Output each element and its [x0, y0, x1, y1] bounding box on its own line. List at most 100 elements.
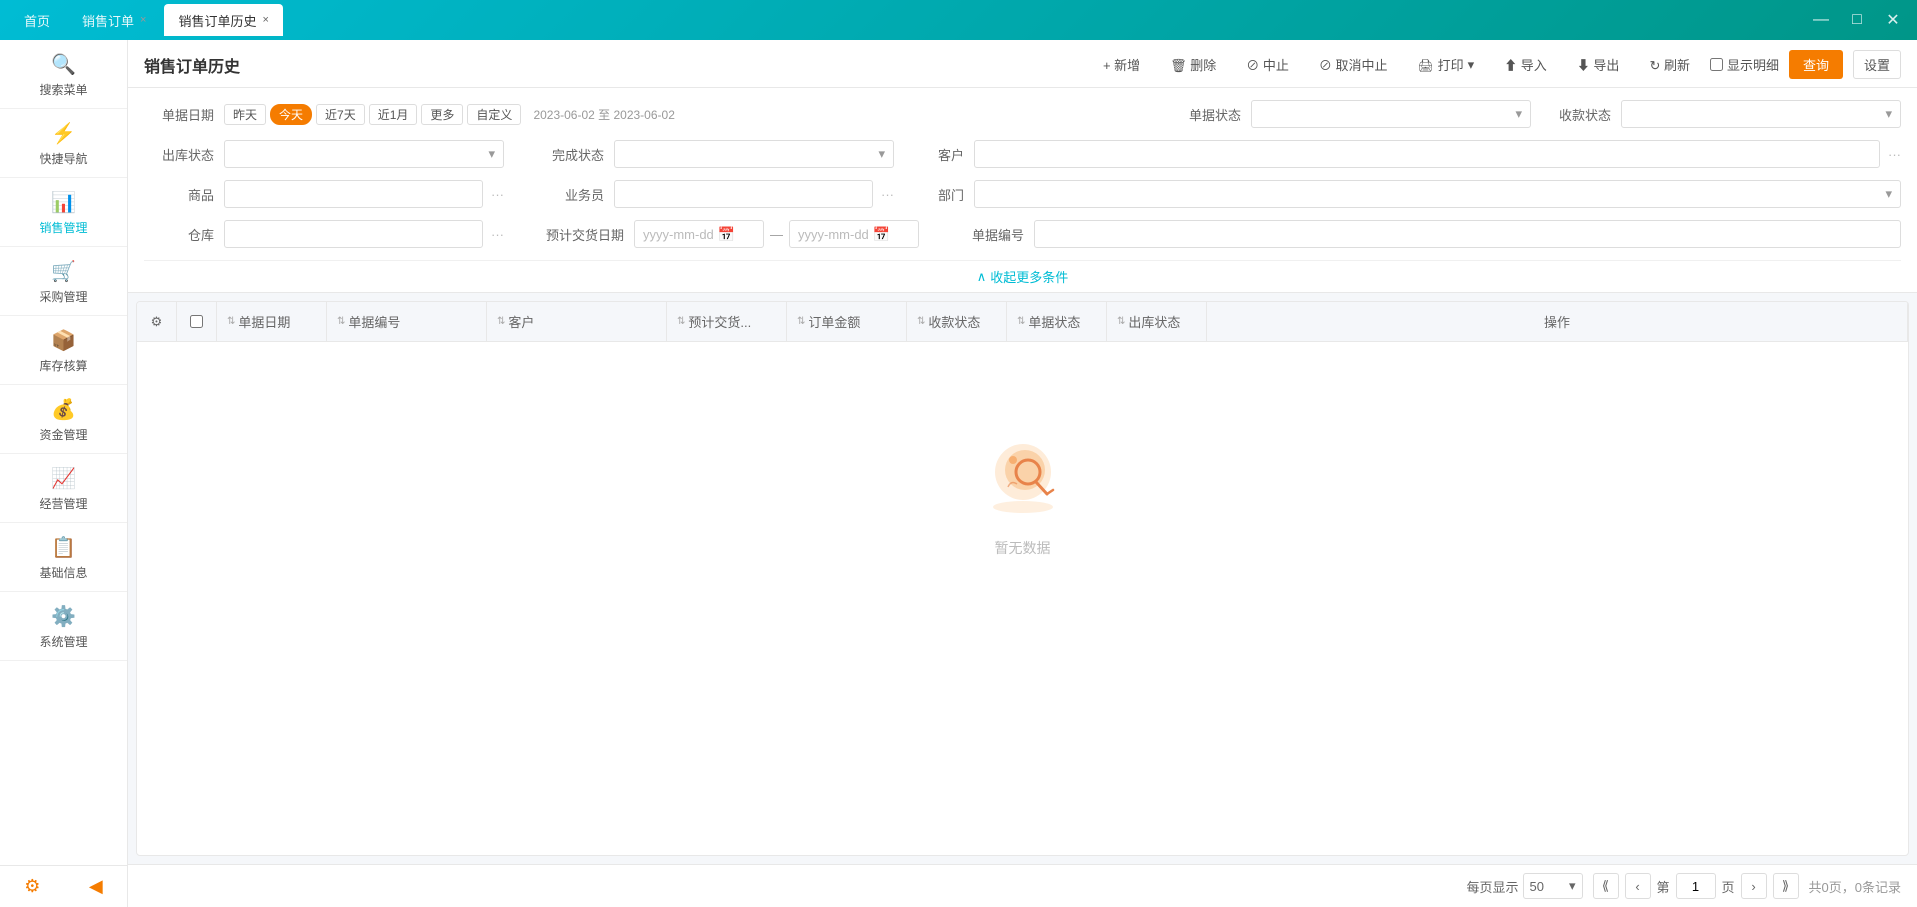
stop-button[interactable]: ⊘ 中止	[1236, 51, 1299, 78]
sidebar-item-quick-nav-label: 快捷导航	[39, 150, 87, 167]
page-size-value: 50	[1530, 879, 1544, 894]
complete-status-select[interactable]: ▾	[614, 140, 894, 168]
th-delivery[interactable]: ⇅ 预计交货...	[667, 302, 787, 341]
page-label: 第	[1657, 877, 1670, 896]
tab-sales-order[interactable]: 销售订单 ×	[68, 4, 160, 36]
calendar-end-icon: 📅	[873, 226, 890, 243]
th-pay-status[interactable]: ⇅ 收款状态	[907, 302, 1007, 341]
maximize-button[interactable]: □	[1843, 6, 1871, 34]
empty-state: 暂无数据	[137, 342, 1908, 638]
out-status-filter-label: 出库状态	[144, 145, 224, 164]
sidebar-item-purchase[interactable]: 🛒 采购管理	[0, 247, 127, 316]
sort-icon-pay: ⇅	[917, 316, 925, 327]
export-button[interactable]: ⬇ 导出	[1567, 51, 1630, 78]
prev-page-btn[interactable]: ‹	[1625, 873, 1651, 899]
sidebar-settings-icon[interactable]: ⚙	[24, 876, 40, 897]
doc-number-input[interactable]	[1034, 220, 1901, 248]
page-suffix: 页	[1722, 877, 1735, 896]
page-number-input[interactable]	[1676, 873, 1716, 899]
sidebar-item-sales[interactable]: 📊 销售管理	[0, 178, 127, 247]
th-doc-status[interactable]: ⇅ 单据状态	[1007, 302, 1107, 341]
last-page-btn[interactable]: ⟫	[1773, 873, 1799, 899]
th-amount[interactable]: ⇅ 订单金额	[787, 302, 907, 341]
sidebar-item-quick-nav[interactable]: ⚡ 快捷导航	[0, 109, 127, 178]
delivery-date-start-text: yyyy-mm-dd	[643, 227, 714, 242]
th-out-status[interactable]: ⇅ 出库状态	[1107, 302, 1207, 341]
cancel-stop-button[interactable]: ⊘ 取消中止	[1309, 51, 1398, 78]
tab-sales-order-history-close[interactable]: ×	[262, 14, 268, 26]
date-custom-btn[interactable]: 自定义	[467, 104, 521, 125]
query-button[interactable]: 查询	[1789, 50, 1843, 79]
th-action: 操作	[1207, 302, 1908, 341]
date-1month-btn[interactable]: 近1月	[369, 104, 418, 125]
sidebar-item-search-menu[interactable]: 🔍 搜索菜单	[0, 40, 127, 109]
print-button[interactable]: 🖨 打印 ▾	[1408, 51, 1485, 78]
settings-button[interactable]: 设置	[1853, 50, 1901, 79]
customer-input[interactable]	[974, 140, 1880, 168]
th-date[interactable]: ⇅ 单据日期	[217, 302, 327, 341]
th-action-label: 操作	[1544, 312, 1570, 331]
salesperson-dots[interactable]: ···	[881, 187, 894, 202]
display-cols-input[interactable]	[1710, 58, 1723, 71]
next-page-btn[interactable]: ›	[1741, 873, 1767, 899]
select-all-checkbox[interactable]	[190, 315, 203, 328]
sidebar-item-sys-mgmt[interactable]: ⚙️ 系统管理	[0, 592, 127, 661]
sidebar-item-inventory[interactable]: 📦 库存核算	[0, 316, 127, 385]
date-quick-buttons: 昨天 今天 近7天 近1月 更多 自定义	[224, 104, 521, 125]
warehouse-dots[interactable]: ···	[491, 227, 504, 242]
import-label: ⬆ 导入	[1504, 55, 1547, 74]
collapse-button[interactable]: ∧ 收起更多条件	[144, 260, 1901, 292]
date-7days-btn[interactable]: 近7天	[316, 104, 365, 125]
tab-sales-order-history-label: 销售订单历史	[178, 11, 256, 30]
th-settings[interactable]: ⚙	[137, 302, 177, 341]
sidebar-item-finance[interactable]: 💰 资金管理	[0, 385, 127, 454]
doc-status-select[interactable]: ▾	[1251, 100, 1531, 128]
date-yesterday-btn[interactable]: 昨天	[224, 104, 266, 125]
customer-filter-label: 客户	[914, 145, 974, 164]
goods-dots[interactable]: ···	[491, 187, 504, 202]
import-button[interactable]: ⬆ 导入	[1494, 51, 1557, 78]
cancel-stop-label: ⊘ 取消中止	[1319, 55, 1388, 74]
page-size-control: 每页显示 50 ▾	[1466, 873, 1582, 899]
display-cols-checkbox[interactable]: 显示明细	[1710, 55, 1779, 74]
sidebar-item-basic-info[interactable]: 📋 基础信息	[0, 523, 127, 592]
print-dropdown-icon[interactable]: ▾	[1468, 57, 1475, 73]
first-page-btn[interactable]: ⟪	[1593, 873, 1619, 899]
close-button[interactable]: ✕	[1879, 6, 1907, 34]
sidebar-item-operations[interactable]: 📈 经营管理	[0, 454, 127, 523]
department-select[interactable]: ▾	[974, 180, 1901, 208]
goods-input[interactable]	[224, 180, 483, 208]
print-label: 🖨 打印	[1418, 55, 1464, 74]
sidebar-item-sys-mgmt-label: 系统管理	[39, 633, 87, 650]
th-amount-label: 订单金额	[808, 312, 860, 331]
department-filter-label: 部门	[914, 185, 974, 204]
export-label: ⬇ 导出	[1577, 55, 1620, 74]
refresh-button[interactable]: ↻ 刷新	[1639, 51, 1700, 78]
date-today-btn[interactable]: 今天	[270, 104, 312, 125]
customer-dots[interactable]: ···	[1888, 147, 1901, 162]
warehouse-input[interactable]	[224, 220, 483, 248]
date-range-text: 2023-06-02 至 2023-06-02	[533, 106, 674, 123]
delete-button[interactable]: 🗑 删除	[1160, 51, 1226, 78]
th-customer[interactable]: ⇅ 客户	[487, 302, 667, 341]
tab-sales-order-history[interactable]: 销售订单历史 ×	[164, 4, 282, 36]
sidebar-item-finance-label: 资金管理	[39, 426, 87, 443]
tab-home[interactable]: 首页	[10, 4, 64, 36]
main-content: 销售订单历史 + 新增 🗑 删除 ⊘ 中止 ⊘ 取消中止 🖨 打印 ▾	[128, 40, 1917, 907]
tab-sales-order-close[interactable]: ×	[140, 14, 146, 26]
delivery-date-end[interactable]: yyyy-mm-dd 📅	[789, 220, 919, 248]
salesperson-input[interactable]	[614, 180, 873, 208]
th-checkbox[interactable]	[177, 302, 217, 341]
sidebar-collapse-icon[interactable]: ◀	[89, 876, 103, 897]
new-label: + 新增	[1103, 55, 1140, 74]
delivery-date-start[interactable]: yyyy-mm-dd 📅	[634, 220, 764, 248]
page-size-dropdown[interactable]: 50 ▾	[1523, 873, 1583, 899]
new-button[interactable]: + 新增	[1093, 51, 1150, 78]
minimize-button[interactable]: —	[1807, 6, 1835, 34]
pay-status-select[interactable]: ▾	[1621, 100, 1901, 128]
out-status-select[interactable]: ▾	[224, 140, 504, 168]
pagination: ⟪ ‹ 第 页 › ⟫	[1593, 873, 1799, 899]
date-more-btn[interactable]: 更多	[421, 104, 463, 125]
doc-number-filter-label: 单据编号	[954, 225, 1034, 244]
th-order[interactable]: ⇅ 单据编号	[327, 302, 487, 341]
